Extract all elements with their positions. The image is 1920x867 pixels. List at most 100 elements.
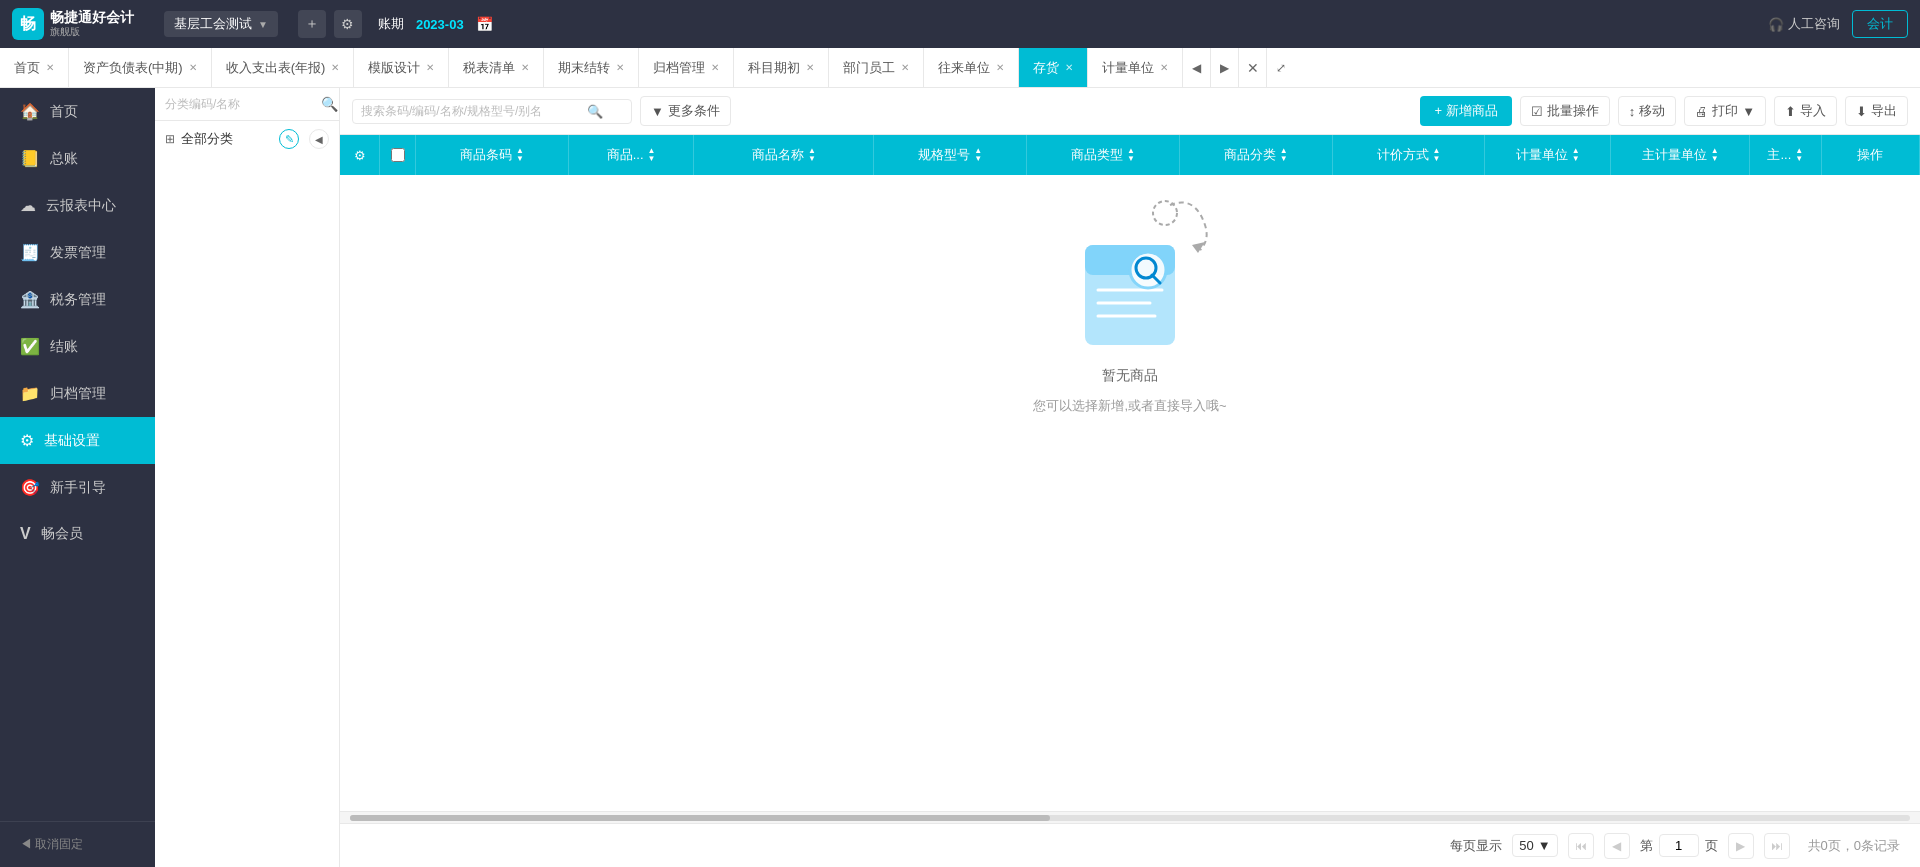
tab-period-transfer-close[interactable]: ✕ — [616, 63, 624, 73]
sidebar-item-reports[interactable]: ☁ 云报表中心 — [0, 182, 155, 229]
filter-button[interactable]: ▼ 更多条件 — [640, 96, 731, 126]
category-edit-icon[interactable]: ✎ — [279, 129, 299, 149]
th-name-label: 商品名称 — [752, 146, 804, 164]
horizontal-scrollbar[interactable] — [340, 811, 1920, 823]
sidebar-item-ledger[interactable]: 📒 总账 — [0, 135, 155, 182]
tab-subject[interactable]: 科目期初 ✕ — [734, 48, 829, 88]
sort-arrows-price-method[interactable]: ▲▼ — [1433, 147, 1441, 163]
add-button[interactable]: ＋ — [298, 10, 326, 38]
import-button[interactable]: ⬆ 导入 — [1774, 96, 1837, 126]
sidebar-item-home[interactable]: 🏠 首页 — [0, 88, 155, 135]
member-icon: V — [20, 525, 31, 543]
sidebar-item-close[interactable]: ✅ 结账 — [0, 323, 155, 370]
th-spec[interactable]: 规格型号 ▲▼ — [874, 135, 1027, 175]
sort-arrows-extra[interactable]: ▲▼ — [1795, 147, 1803, 163]
page-number-input[interactable] — [1659, 834, 1699, 857]
table-scroll-area[interactable]: 暂无商品 您可以选择新增,或者直接导入哦~ — [340, 175, 1920, 811]
tab-tax-label: 税表清单 — [463, 59, 515, 77]
settings-icon[interactable]: ⚙ — [334, 10, 362, 38]
th-code[interactable]: 商品... ▲▼ — [569, 135, 695, 175]
th-category[interactable]: 商品分类 ▲▼ — [1180, 135, 1333, 175]
th-name[interactable]: 商品名称 ▲▼ — [694, 135, 874, 175]
tab-expand-btn[interactable]: ⤢ — [1267, 48, 1295, 88]
tab-archive[interactable]: 归档管理 ✕ — [639, 48, 734, 88]
th-price-method[interactable]: 计价方式 ▲▼ — [1333, 135, 1486, 175]
tab-archive-close[interactable]: ✕ — [711, 63, 719, 73]
tab-inventory-close[interactable]: ✕ — [1065, 63, 1073, 73]
sidebar-unpin-button[interactable]: ◀ 取消固定 — [0, 821, 155, 867]
category-all-item[interactable]: ⊞ 全部分类 ✎ ◀ — [155, 121, 339, 157]
sidebar-invoice-label: 发票管理 — [50, 244, 106, 262]
tab-template-close[interactable]: ✕ — [426, 63, 434, 73]
tab-archive-label: 归档管理 — [653, 59, 705, 77]
sort-arrows-type[interactable]: ▲▼ — [1127, 147, 1135, 163]
sidebar-item-invoice[interactable]: 🧾 发票管理 — [0, 229, 155, 276]
tab-tax-close[interactable]: ✕ — [521, 63, 529, 73]
ai-service-button[interactable]: 🎧 人工咨询 — [1768, 15, 1840, 33]
tab-balance-sheet-close[interactable]: ✕ — [189, 63, 197, 73]
tab-contacts[interactable]: 往来单位 ✕ — [924, 48, 1019, 88]
sidebar-item-settings[interactable]: ⚙ 基础设置 — [0, 417, 155, 464]
sidebar-item-archive[interactable]: 📁 归档管理 — [0, 370, 155, 417]
company-selector[interactable]: 基层工会测试 ▼ — [164, 11, 278, 37]
tab-unit-close[interactable]: ✕ — [1160, 63, 1168, 73]
tab-balance-sheet-label: 资产负债表(中期) — [83, 59, 183, 77]
sort-arrows-name[interactable]: ▲▼ — [808, 147, 816, 163]
sort-arrows-category[interactable]: ▲▼ — [1280, 147, 1288, 163]
account-button[interactable]: 会计 — [1852, 10, 1908, 38]
th-unit[interactable]: 计量单位 ▲▼ — [1485, 135, 1611, 175]
tab-dept-label: 部门员工 — [843, 59, 895, 77]
tab-dept[interactable]: 部门员工 ✕ — [829, 48, 924, 88]
sidebar-item-tax[interactable]: 🏦 税务管理 — [0, 276, 155, 323]
sidebar-item-guide[interactable]: 🎯 新手引导 — [0, 464, 155, 511]
tab-dept-close[interactable]: ✕ — [901, 63, 909, 73]
add-product-button[interactable]: + 新增商品 — [1420, 96, 1511, 126]
th-settings[interactable]: ⚙ — [340, 135, 380, 175]
tab-next-btn[interactable]: ▶ — [1211, 48, 1239, 88]
next-page-button[interactable]: ▶ — [1728, 833, 1754, 859]
sidebar-item-member[interactable]: V 畅会员 — [0, 511, 155, 557]
product-search-input[interactable] — [361, 104, 581, 118]
sort-arrows-spec[interactable]: ▲▼ — [974, 147, 982, 163]
th-extra[interactable]: 主... ▲▼ — [1750, 135, 1821, 175]
batch-operation-button[interactable]: ☑ 批量操作 — [1520, 96, 1610, 126]
export-button[interactable]: ⬇ 导出 — [1845, 96, 1908, 126]
category-search-icon[interactable]: 🔍 — [321, 96, 338, 112]
tab-income-close[interactable]: ✕ — [331, 63, 339, 73]
sort-arrows-barcode[interactable]: ▲▼ — [516, 147, 524, 163]
th-type[interactable]: 商品类型 ▲▼ — [1027, 135, 1180, 175]
th-checkbox[interactable] — [380, 135, 416, 175]
select-all-checkbox[interactable] — [391, 148, 405, 162]
tab-unit[interactable]: 计量单位 ✕ — [1088, 48, 1183, 88]
move-button[interactable]: ↕ 移动 — [1618, 96, 1677, 126]
print-button[interactable]: 🖨 打印 ▼ — [1684, 96, 1766, 126]
first-page-button[interactable]: ⏮ — [1568, 833, 1594, 859]
th-main-unit[interactable]: 主计量单位 ▲▼ — [1611, 135, 1750, 175]
last-page-button[interactable]: ⏭ — [1764, 833, 1790, 859]
tab-prev-btn[interactable]: ◀ — [1183, 48, 1211, 88]
tab-income[interactable]: 收入支出表(年报) ✕ — [212, 48, 355, 88]
product-search-icon[interactable]: 🔍 — [587, 104, 603, 119]
tab-subject-close[interactable]: ✕ — [806, 63, 814, 73]
sort-arrows-main-unit[interactable]: ▲▼ — [1711, 147, 1719, 163]
th-barcode[interactable]: 商品条码 ▲▼ — [416, 135, 569, 175]
tab-home-close[interactable]: ✕ — [46, 63, 54, 73]
tab-contacts-close[interactable]: ✕ — [996, 63, 1004, 73]
scrollbar-thumb[interactable] — [350, 815, 1050, 821]
sort-arrows-code[interactable]: ▲▼ — [648, 147, 656, 163]
sort-arrows-unit[interactable]: ▲▼ — [1572, 147, 1580, 163]
panel-collapse-button[interactable]: ◀ — [309, 129, 329, 149]
tab-inventory[interactable]: 存货 ✕ — [1019, 48, 1088, 88]
tab-close-all-btn[interactable]: ✕ — [1239, 48, 1267, 88]
per-page-select[interactable]: 50 ▼ — [1512, 834, 1557, 857]
tab-tax[interactable]: 税表清单 ✕ — [449, 48, 544, 88]
prev-page-button[interactable]: ◀ — [1604, 833, 1630, 859]
calendar-icon[interactable]: 📅 — [476, 16, 493, 32]
tab-template[interactable]: 模版设计 ✕ — [354, 48, 449, 88]
tab-home[interactable]: 首页 ✕ — [0, 48, 69, 88]
category-search-input[interactable] — [165, 97, 315, 111]
tab-period-transfer[interactable]: 期末结转 ✕ — [544, 48, 639, 88]
tab-balance-sheet[interactable]: 资产负债表(中期) ✕ — [69, 48, 212, 88]
th-barcode-label: 商品条码 — [460, 146, 512, 164]
scrollbar-track[interactable] — [350, 815, 1910, 821]
